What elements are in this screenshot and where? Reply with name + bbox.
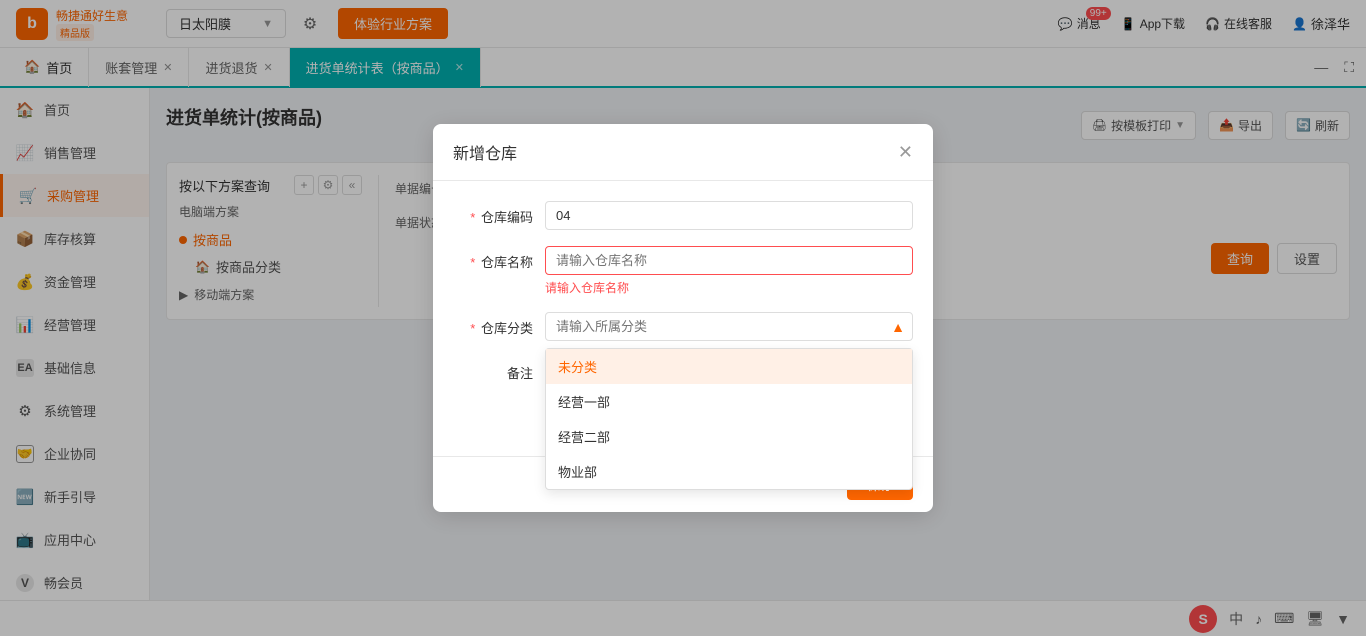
modal-title: 新增仓库 — [453, 140, 517, 164]
name-label: * 仓库名称 — [453, 246, 533, 271]
category-dropdown-list: 未分类 经营一部 经营二部 物业部 — [545, 348, 913, 490]
modal-body: * 仓库编码 * 仓库名称 请输入仓库名称 — [433, 181, 933, 456]
category-label: * 仓库分类 — [453, 312, 533, 337]
name-input[interactable] — [545, 246, 913, 275]
dropdown-item-unclassified[interactable]: 未分类 — [546, 349, 912, 384]
name-error-msg: 请输入仓库名称 — [545, 279, 913, 296]
name-form-row: * 仓库名称 请输入仓库名称 — [453, 246, 913, 296]
code-input[interactable] — [545, 201, 913, 230]
code-label: * 仓库编码 — [453, 201, 533, 226]
remark-label: 备注 — [453, 357, 533, 382]
dropdown-item-property[interactable]: 物业部 — [546, 454, 912, 489]
modal-close-button[interactable]: ✕ — [898, 142, 913, 163]
modal-header: 新增仓库 ✕ — [433, 124, 933, 181]
code-control — [545, 201, 913, 230]
category-input[interactable] — [545, 312, 913, 341]
code-form-row: * 仓库编码 — [453, 201, 913, 230]
dropdown-item-dept2[interactable]: 经营二部 — [546, 419, 912, 454]
modal-overlay: 新增仓库 ✕ * 仓库编码 * 仓库名称 — [0, 0, 1366, 636]
category-control: ▲ 未分类 经营一部 经营二部 物业部 — [545, 312, 913, 341]
dropdown-item-dept1[interactable]: 经营一部 — [546, 384, 912, 419]
category-dropdown-arrow-icon[interactable]: ▲ — [891, 319, 905, 335]
category-form-row: * 仓库分类 ▲ 未分类 经营一部 经营二部 物业部 — [453, 312, 913, 341]
new-warehouse-modal: 新增仓库 ✕ * 仓库编码 * 仓库名称 — [433, 124, 933, 512]
name-control: 请输入仓库名称 — [545, 246, 913, 296]
